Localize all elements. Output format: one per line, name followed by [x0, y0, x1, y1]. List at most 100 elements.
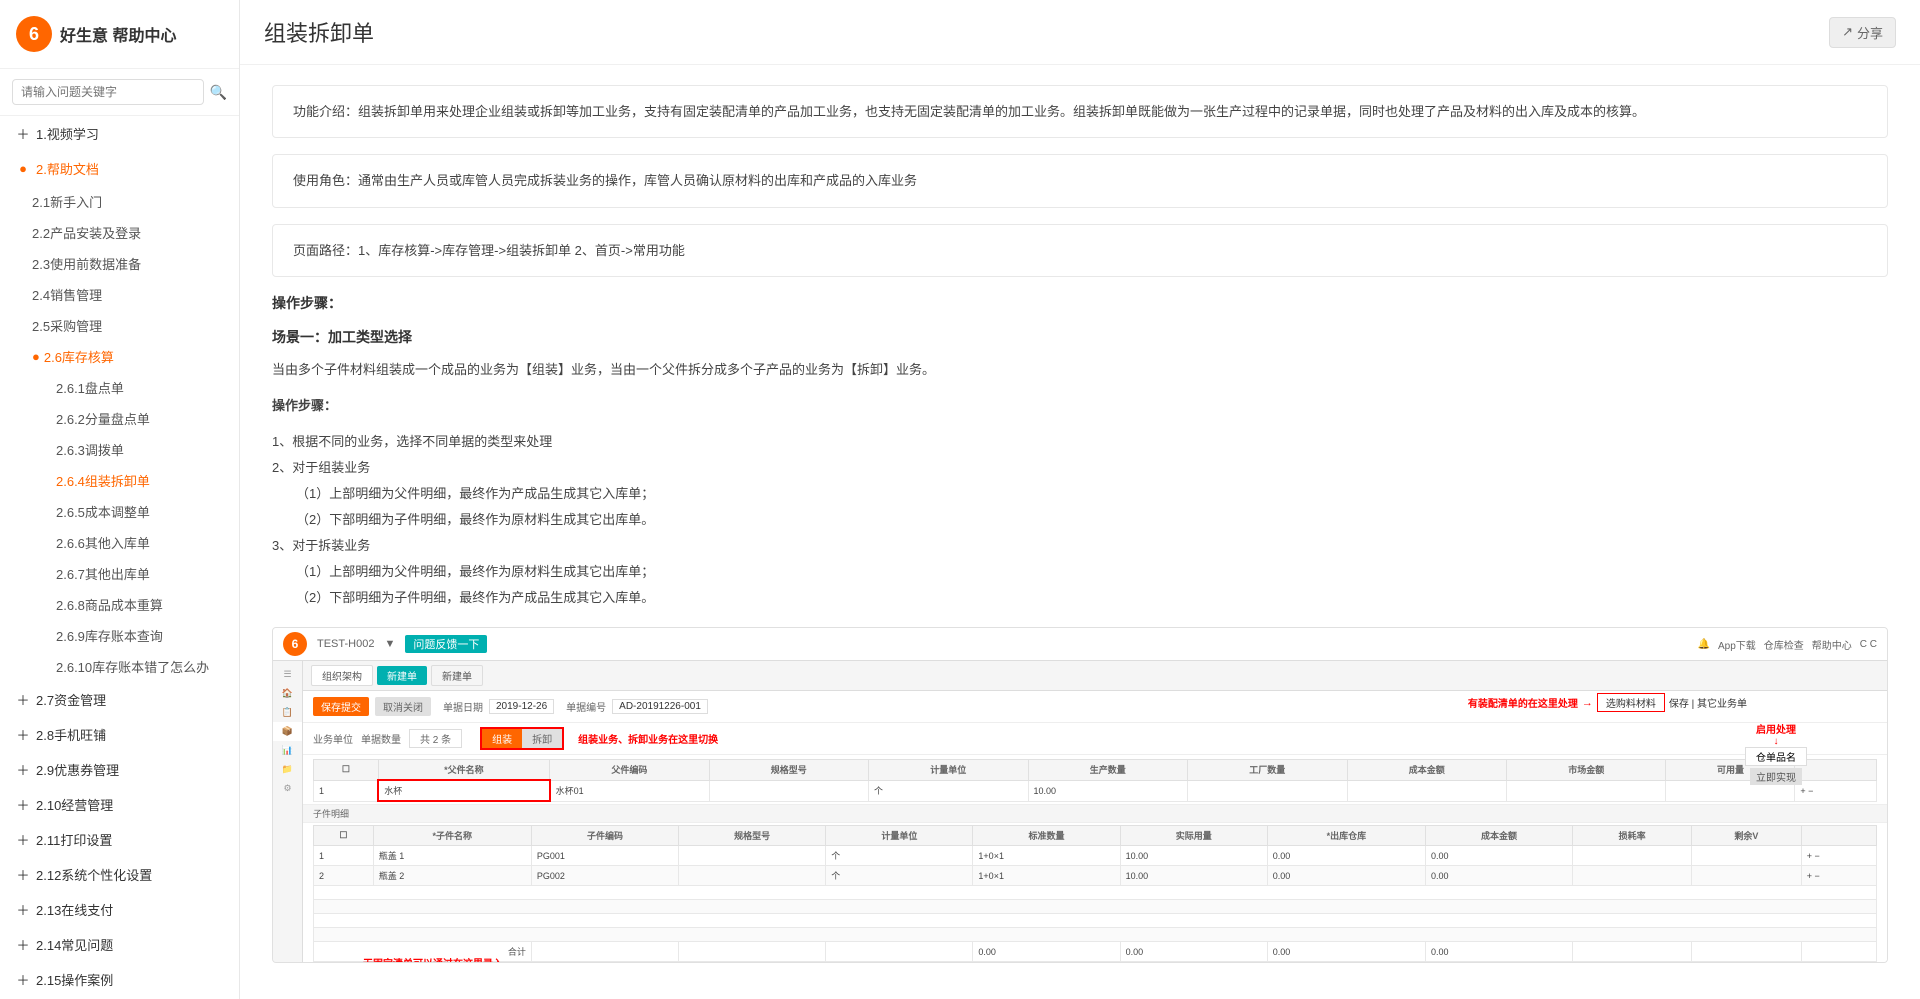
mock-bar-icon1: ☰ — [273, 665, 302, 684]
sidebar-item-payment[interactable]: ＋ 2.13在线支付 — [0, 892, 239, 927]
mock-th-cost: 成本金额 — [1347, 760, 1506, 781]
mock-td-code: 水杯01 — [550, 780, 709, 801]
mock-ltd-code2: PG002 — [531, 866, 678, 886]
search-icon[interactable]: 🔍 — [210, 84, 227, 101]
mock-lth-check: ☐ — [314, 826, 374, 846]
mock-th-factory-qty: 工厂数量 — [1188, 760, 1347, 781]
steps-label: 操作步骤： — [272, 393, 1888, 419]
mock-tabs-bar: 组织架构 新建单 新建单 — [303, 661, 1887, 691]
path-block: 页面路径：1、库存核算->库存管理->组装拆卸单 2、首页->常用功能 — [272, 224, 1888, 277]
mock-footer-empty2 — [679, 942, 826, 962]
sidebar-item-2-6-9[interactable]: 2.6.9库存账本查询 — [16, 620, 239, 651]
mock-lth-spec: 规格型号 — [679, 826, 826, 846]
mock-sub-section-label: 子件明细 — [303, 804, 1887, 823]
mock-empty-row3 — [314, 886, 1877, 900]
role-block: 使用角色：通常由生产人员或库管人员完成拆装业务的操作，库管人员确认原材料的出库和… — [272, 154, 1888, 207]
annotation-enable-text: 启用处理 — [1756, 721, 1796, 736]
step-list: 1、根据不同的业务，选择不同单据的类型来处理 2、对于组装业务 （1）上部明细为… — [272, 429, 1888, 611]
main-header: 组装拆卸单 ↗ 分享 — [240, 0, 1920, 65]
mock-upper-tbody: 1 水杯 水杯01 个 10.00 — [314, 780, 1877, 801]
mock-lth-child-name: *子件名称 — [373, 826, 531, 846]
mock-btn-red-outlined: 选购料材料 — [1597, 693, 1665, 712]
sidebar-item-print[interactable]: ＋ 2.11打印设置 — [0, 822, 239, 857]
table-row — [314, 928, 1877, 942]
sidebar-item-inventory[interactable]: ● 2.6库存核算 — [0, 341, 239, 372]
sidebar-item-2-6-10[interactable]: 2.6.10库存账本错了怎么办 — [16, 651, 239, 682]
sidebar-item-video[interactable]: ＋ 1.视频学习 — [0, 116, 239, 151]
sidebar-item-management[interactable]: ＋ 2.10经营管理 — [0, 787, 239, 822]
plus-icon2: ＋ — [16, 693, 30, 707]
sidebar-item-install[interactable]: 2.2产品安装及登录 — [0, 217, 239, 248]
steps-section: 操作步骤： 场景一：加工类型选择 当由多个子件材料组装成一个成品的业务为【组装】… — [272, 293, 1888, 963]
sidebar-item-2-6-3[interactable]: 2.6.3调拨单 — [16, 434, 239, 465]
mock-ltd-ops2: + − — [1801, 866, 1876, 886]
sidebar-item-purchase[interactable]: 2.5采购管理 — [0, 310, 239, 341]
mock-form-id: AD-20191226-001 — [612, 699, 708, 714]
mock-label-unit: 业务单位 — [313, 731, 353, 746]
intro-block: 功能介绍：组装拆卸单用来处理企业组装或拆卸等加工业务，支持有固定装配清单的产品加… — [272, 85, 1888, 138]
mock-bar-icon5: 📊 — [273, 741, 302, 760]
sidebar-item-system[interactable]: ＋ 2.12系统个性化设置 — [0, 857, 239, 892]
mock-tab-list: 组织架构 — [311, 665, 373, 686]
mock-ltd-num2: 2 — [314, 866, 374, 886]
mock-ltd-unit2: 个 — [826, 866, 973, 886]
mock-type-assemble: 组装 — [482, 729, 522, 748]
annotation-assembly-text: 有装配清单的在这里处理 — [1468, 695, 1578, 710]
mock-lth-unit: 计量单位 — [826, 826, 973, 846]
sidebar-item-coupon[interactable]: ＋ 2.9优惠券管理 — [0, 752, 239, 787]
sidebar-item-2-6-8[interactable]: 2.6.8商品成本重算 — [16, 589, 239, 620]
sidebar-item-data-prep[interactable]: 2.3使用前数据准备 — [0, 248, 239, 279]
plus-icon3: ＋ — [16, 728, 30, 742]
sidebar-item-mobile[interactable]: ＋ 2.8手机旺铺 — [0, 717, 239, 752]
mock-footer-row: 合计 0.00 0.00 0.00 0.00 — [314, 942, 1877, 962]
mock-td-ops: + − — [1795, 780, 1877, 801]
mock-lth-loss: 损耗率 — [1573, 826, 1692, 846]
mock-lower-table: ☐ *子件名称 子件编码 规格型号 计量单位 标准数量 实际用量 *出库仓库 — [313, 825, 1877, 962]
mock-ltd-loss1 — [1573, 846, 1692, 866]
mock-ltd-wh2: 0.00 — [1267, 866, 1425, 886]
mock-footer-v4: 0.00 — [1425, 942, 1572, 962]
mock-ltd-code1: PG001 — [531, 846, 678, 866]
mock-icon5: C C — [1860, 639, 1877, 650]
page-title: 组装拆卸单 — [264, 16, 374, 48]
step3-sub2: （2）下部明细为子件明细，最终作为产成品生成其它入库单。 — [296, 585, 1888, 611]
mock-footer-v1: 0.00 — [973, 942, 1120, 962]
plus-icon4: ＋ — [16, 763, 30, 777]
mock-icon2: App下载 — [1718, 637, 1756, 652]
sidebar-item-case[interactable]: ＋ 2.15操作案例 — [0, 962, 239, 997]
minus-icon: ● — [16, 162, 30, 176]
mock-ltd-cost1: 0.00 — [1425, 846, 1572, 866]
sidebar: 6 好生意 帮助中心 🔍 ＋ 1.视频学习 ● 2.帮助文档 2.1新手入门 2… — [0, 0, 240, 999]
sidebar-item-2-6-1[interactable]: 2.6.1盘点单 — [16, 372, 239, 403]
mock-ltd-remain2 — [1692, 866, 1802, 886]
plus-icon8: ＋ — [16, 903, 30, 917]
mock-form-label-id: 单据编号 — [566, 699, 606, 714]
sidebar-item-2-6-4[interactable]: 2.6.4组装拆卸单 — [16, 465, 239, 496]
sidebar-item-2-6-2[interactable]: 2.6.2分量盘点单 — [16, 403, 239, 434]
mock-empty-row4 — [314, 900, 1877, 914]
search-input[interactable] — [12, 79, 204, 105]
mock-ltd-cost2: 0.00 — [1425, 866, 1572, 886]
sidebar-item-finance[interactable]: ＋ 2.7资金管理 — [0, 682, 239, 717]
step3: 3、对于拆装业务 — [272, 533, 1888, 559]
sidebar-item-docs[interactable]: ● 2.帮助文档 — [0, 151, 239, 186]
sidebar-item-2-6-7[interactable]: 2.6.7其他出库单 — [16, 558, 239, 589]
mock-ltd-unit1: 个 — [826, 846, 973, 866]
mock-lth-remain: 剩余V — [1692, 826, 1802, 846]
mock-ltd-loss2 — [1573, 866, 1692, 886]
main-area: 组装拆卸单 ↗ 分享 功能介绍：组装拆卸单用来处理企业组装或拆卸等加工业务，支持… — [240, 0, 1920, 999]
mock-ltd-remain1 — [1692, 846, 1802, 866]
mock-icon1: 🔔 — [1698, 639, 1710, 650]
sidebar-item-2-6-5[interactable]: 2.6.5成本调整单 — [16, 496, 239, 527]
mock-form-date: 2019-12-26 — [489, 699, 554, 714]
sidebar-item-2-6-6[interactable]: 2.6.6其他入库单 — [16, 527, 239, 558]
sidebar-nav: ＋ 1.视频学习 ● 2.帮助文档 2.1新手入门 2.2产品安装及登录 2.3… — [0, 116, 239, 999]
share-button[interactable]: ↗ 分享 — [1829, 17, 1896, 48]
mock-bar-icon7: ⚙ — [273, 779, 302, 798]
sidebar-item-beginner[interactable]: 2.1新手入门 — [0, 186, 239, 217]
mock-td-name-red: 水杯 — [378, 780, 549, 801]
step2-sub2: （2）下部明细为子件明细，最终作为原材料生成其它出库单。 — [296, 507, 1888, 533]
mock-upper-thead: ☐ *父件名称 父件编码 规格型号 计量单位 生产数量 工厂数量 成本金额 — [314, 760, 1877, 781]
sidebar-item-sales[interactable]: 2.4销售管理 — [0, 279, 239, 310]
sidebar-item-faq[interactable]: ＋ 2.14常见问题 — [0, 927, 239, 962]
